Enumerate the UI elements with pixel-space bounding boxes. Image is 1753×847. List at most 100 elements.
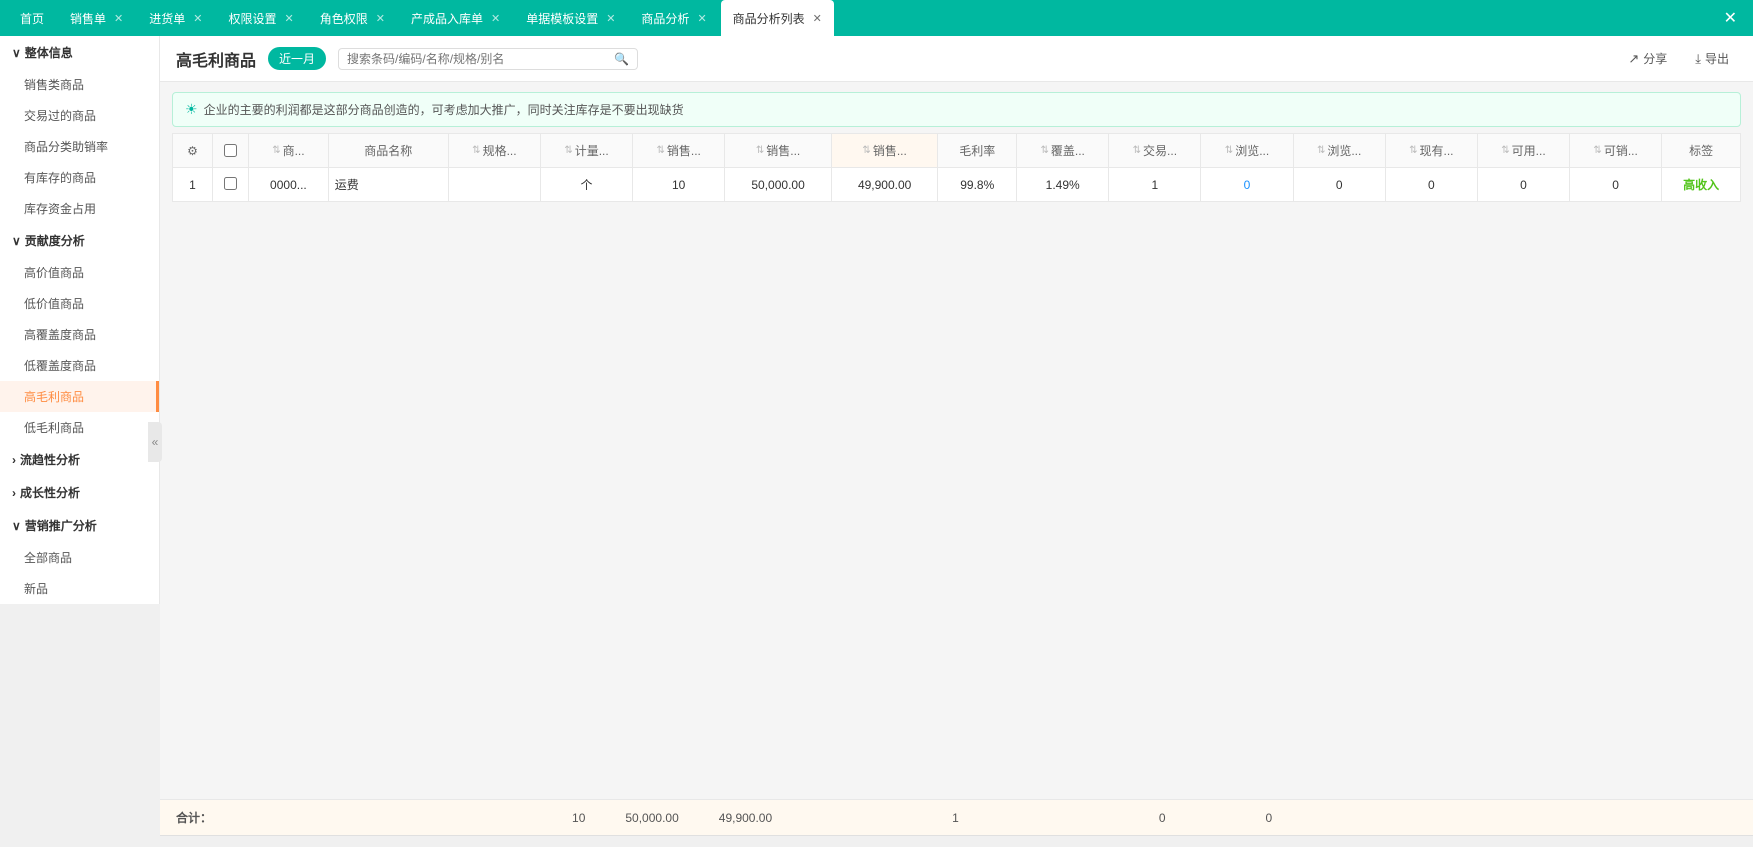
info-icon: ☀	[185, 101, 198, 118]
nav-production[interactable]: 产成品入库单 ✕	[399, 0, 512, 36]
content-area: 高毛利商品 近一月 🔍 ↗ 分享 ⤓ 导出 ☀ 企业的主要的利润都是这部分商品创…	[160, 36, 1753, 847]
sidebar-item-high-value[interactable]: 高价值商品	[0, 257, 159, 288]
cell-spec	[448, 168, 540, 202]
sidebar-item-stock-capital[interactable]: 库存资金占用	[0, 193, 159, 224]
nav-roles-close[interactable]: ✕	[376, 12, 385, 25]
col-header-unit: ⇅ 计量...	[540, 134, 632, 168]
nav-home[interactable]: 首页	[8, 0, 56, 36]
nav-sales[interactable]: 销售单 ✕	[58, 0, 135, 36]
sidebar-item-new-goods[interactable]: 新品	[0, 573, 159, 604]
top-nav: 首页 销售单 ✕ 进货单 ✕ 权限设置 ✕ 角色权限 ✕ 产成品入库单 ✕ 单据…	[0, 0, 1753, 36]
nav-sales-close[interactable]: ✕	[114, 12, 123, 25]
nav-roles[interactable]: 角色权限 ✕	[308, 0, 397, 36]
footer-sales-qty: 10	[572, 811, 585, 825]
window-close-icon[interactable]: ✕	[1716, 8, 1745, 28]
sidebar-item-sales-goods[interactable]: 销售类商品	[0, 69, 159, 100]
footer-sales-profit: 49,900.00	[719, 811, 772, 825]
data-table: ⚙ ⇅ 商...	[172, 133, 1741, 202]
cell-seq: 1	[173, 168, 213, 202]
nav-product-analysis-list[interactable]: 商品分析列表 ✕	[721, 0, 834, 36]
sidebar-group-marketing[interactable]: ∨ 营销推广分析	[0, 509, 159, 542]
group-contribution-icon: ∨	[12, 234, 21, 248]
table-footer: 合计： 10 50,000.00 49,900.00 1 0 0	[160, 799, 1753, 835]
nav-analysis-close[interactable]: ✕	[697, 12, 706, 25]
sidebar-item-high-margin[interactable]: 高毛利商品	[0, 381, 159, 412]
search-input[interactable]	[347, 52, 608, 66]
col-header-coverage: ⇅ 覆盖...	[1017, 134, 1109, 168]
sidebar-item-category-rate[interactable]: 商品分类助销率	[0, 131, 159, 162]
sidebar-group-growth[interactable]: › 成长性分析	[0, 476, 159, 509]
views1-link[interactable]: 0	[1244, 178, 1251, 192]
sidebar-item-high-coverage[interactable]: 高覆盖度商品	[0, 319, 159, 350]
cell-tag: 高收入	[1662, 168, 1741, 202]
nav-permissions-close[interactable]: ✕	[285, 12, 294, 25]
row-checkbox[interactable]	[224, 177, 237, 190]
sidebar-group-contribution[interactable]: ∨ 贡献度分析	[0, 224, 159, 257]
export-icon: ⤓	[1695, 51, 1701, 67]
filter-month-button[interactable]: 近一月	[268, 47, 326, 70]
nav-purchase-close[interactable]: ✕	[193, 12, 202, 25]
col-sort-sales-profit[interactable]: ⇅	[862, 145, 870, 156]
export-button[interactable]: ⤓ 导出	[1687, 46, 1737, 71]
col-header-trans: ⇅ 交易...	[1109, 134, 1201, 168]
sidebar-item-traded[interactable]: 交易过的商品	[0, 100, 159, 131]
page-title: 高毛利商品	[176, 47, 256, 71]
cell-trans: 1	[1109, 168, 1201, 202]
footer-stock-avail: 0	[1266, 811, 1273, 825]
sidebar-item-in-stock[interactable]: 有库存的商品	[0, 162, 159, 193]
table-wrapper[interactable]: ⚙ ⇅ 商...	[172, 133, 1741, 799]
settings-icon[interactable]: ⚙	[187, 144, 198, 158]
nav-product-analysis[interactable]: 商品分析 ✕	[629, 0, 718, 36]
cell-sales-qty: 10	[633, 168, 725, 202]
col-sort-code[interactable]: ⇅	[272, 145, 280, 156]
col-sort-spec[interactable]: ⇅	[472, 145, 480, 156]
col-header-spec: ⇅ 规格...	[448, 134, 540, 168]
horizontal-scrollbar[interactable]	[160, 835, 1753, 847]
group-trend-icon: ›	[12, 453, 16, 467]
col-sort-sales-qty[interactable]: ⇅	[656, 145, 664, 156]
group-collapse-icon: ∨	[12, 46, 21, 60]
col-sort-stock-sale[interactable]: ⇅	[1593, 145, 1601, 156]
col-header-views1: ⇅ 浏览...	[1201, 134, 1293, 168]
sidebar-item-low-margin[interactable]: 低毛利商品	[0, 412, 159, 443]
col-sort-views2[interactable]: ⇅	[1317, 145, 1325, 156]
col-sort-views1[interactable]: ⇅	[1225, 145, 1233, 156]
col-sort-stock-cur[interactable]: ⇅	[1409, 145, 1417, 156]
col-sort-coverage[interactable]: ⇅	[1040, 145, 1048, 156]
nav-permissions[interactable]: 权限设置 ✕	[216, 0, 305, 36]
sidebar-group-trend[interactable]: › 流趋性分析	[0, 443, 159, 476]
col-header-sales-qty: ⇅ 销售...	[633, 134, 725, 168]
sidebar-wrapper: ∨ 整体信息 销售类商品 交易过的商品 商品分类助销率 有库存的商品 库存资金占…	[0, 36, 160, 847]
cell-views2: 0	[1293, 168, 1385, 202]
footer-label: 合计：	[176, 809, 212, 826]
col-sort-sales-amt[interactable]: ⇅	[756, 145, 764, 156]
table-row: 1 0000... 运费 个 10 50,000.00 49,900.00 99…	[173, 168, 1741, 202]
sidebar-item-all-goods[interactable]: 全部商品	[0, 542, 159, 573]
sidebar-item-low-value[interactable]: 低价值商品	[0, 288, 159, 319]
col-header-name: 商品名称	[328, 134, 448, 168]
sidebar-collapse-button[interactable]: «	[148, 422, 162, 462]
select-all-checkbox[interactable]	[224, 144, 237, 157]
sidebar-group-overall[interactable]: ∨ 整体信息	[0, 36, 159, 69]
sidebar-item-low-coverage[interactable]: 低覆盖度商品	[0, 350, 159, 381]
info-banner: ☀ 企业的主要的利润都是这部分商品创造的，可考虑加大推广，同时关注库存是不要出现…	[172, 92, 1741, 127]
share-button[interactable]: ↗ 分享	[1620, 46, 1675, 71]
col-sort-unit[interactable]: ⇅	[564, 145, 572, 156]
col-sort-trans[interactable]: ⇅	[1133, 145, 1141, 156]
nav-template-close[interactable]: ✕	[606, 12, 615, 25]
col-sort-stock-avail[interactable]: ⇅	[1501, 145, 1509, 156]
cell-stock-cur: 0	[1385, 168, 1477, 202]
footer-sales-amt: 50,000.00	[625, 811, 678, 825]
content-header: 高毛利商品 近一月 🔍 ↗ 分享 ⤓ 导出	[160, 36, 1753, 82]
nav-purchase[interactable]: 进货单 ✕	[137, 0, 214, 36]
nav-template[interactable]: 单据模板设置 ✕	[514, 0, 627, 36]
footer-stock-cur: 0	[1159, 811, 1166, 825]
cell-check	[213, 168, 249, 202]
nav-analysis-list-close[interactable]: ✕	[813, 12, 822, 25]
search-icon[interactable]: 🔍	[614, 52, 629, 66]
group-growth-icon: ›	[12, 486, 16, 500]
col-header-views2: ⇅ 浏览...	[1293, 134, 1385, 168]
share-icon: ↗	[1628, 51, 1639, 67]
cell-views1: 0	[1201, 168, 1293, 202]
nav-production-close[interactable]: ✕	[491, 12, 500, 25]
